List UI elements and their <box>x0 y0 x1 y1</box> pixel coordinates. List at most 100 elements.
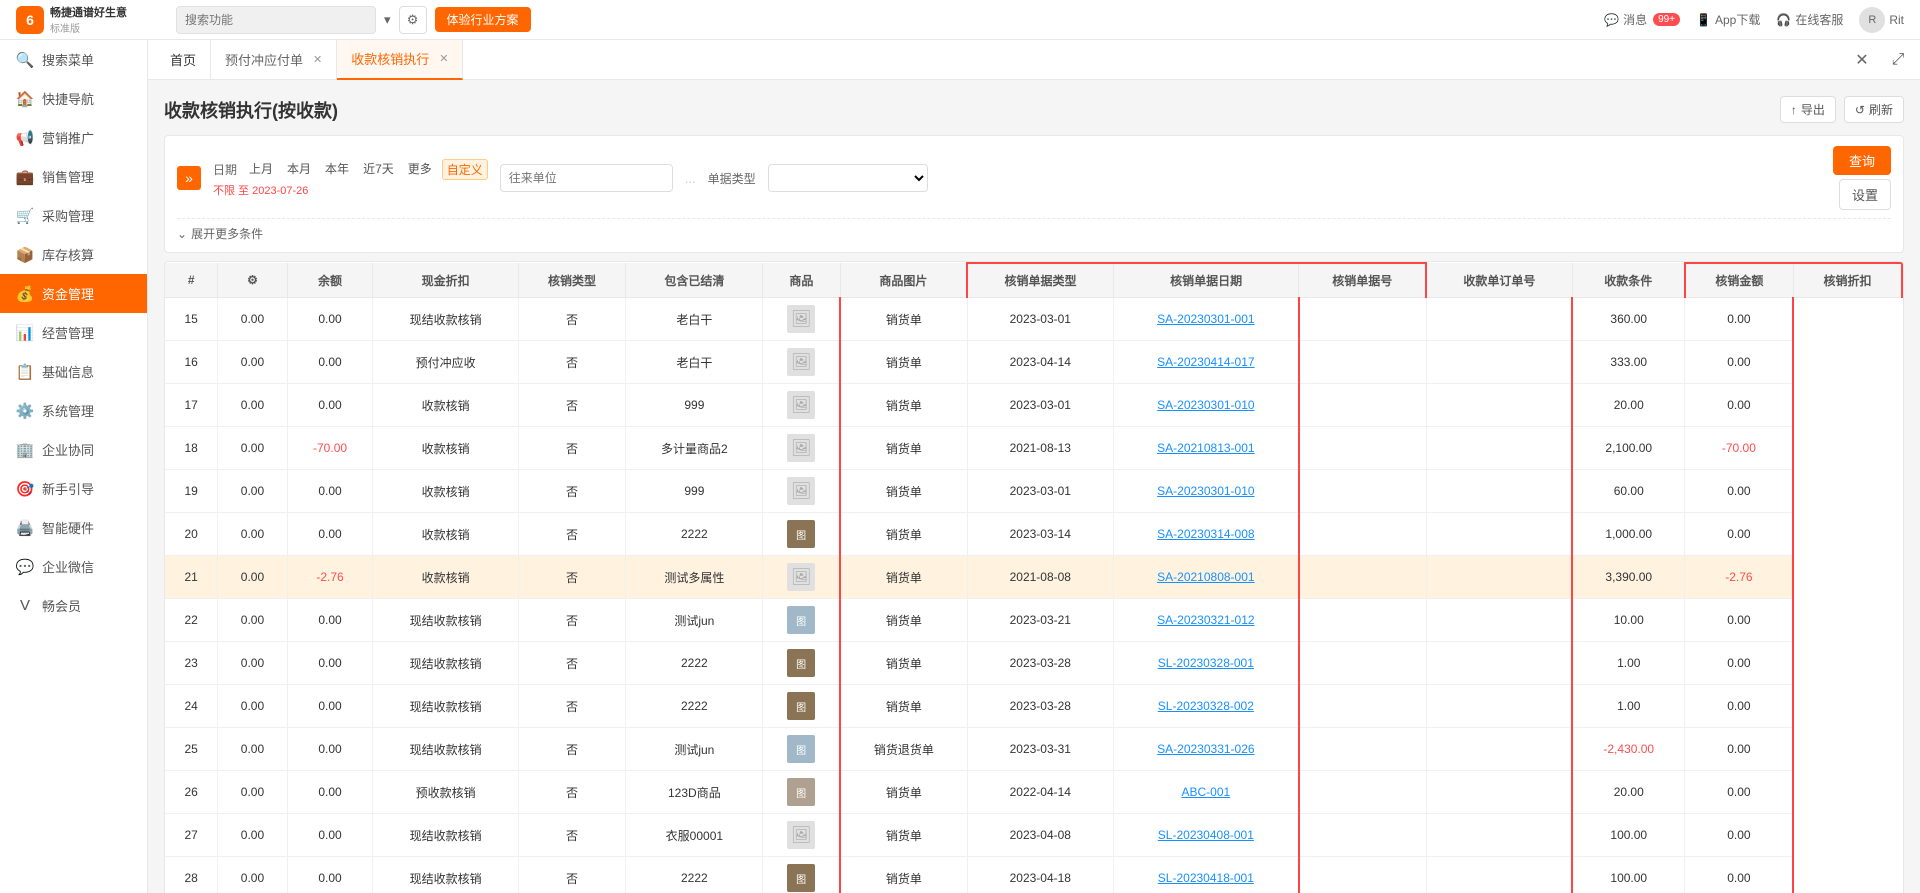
table-row: 240.000.00现结收款核销否2222图销货单2023-03-28SL-20… <box>165 685 1902 728</box>
cell-10 <box>1299 642 1426 685</box>
tab-home[interactable]: 首页 <box>156 40 211 80</box>
cell-5: 123D商品 <box>626 771 763 814</box>
date-link-more[interactable]: 更多 <box>404 159 436 180</box>
dropdown-button[interactable]: ▾ <box>384 12 391 28</box>
cell-9[interactable]: SA-20230301-001 <box>1113 298 1299 341</box>
user-menu[interactable]: R Rit <box>1859 7 1904 33</box>
sidebar-item-marketing[interactable]: 📢营销推广 <box>0 118 147 157</box>
cell-3: 现结收款核销 <box>373 728 518 771</box>
search-input[interactable] <box>176 6 376 34</box>
newbie-icon: 🎯 <box>16 480 34 498</box>
table-row: 230.000.00现结收款核销否2222图销货单2023-03-28SL-20… <box>165 642 1902 685</box>
bill-no-link[interactable]: SA-20230301-010 <box>1157 398 1254 412</box>
bill-no-link[interactable]: SA-20230301-001 <box>1157 312 1254 326</box>
trial-button[interactable]: 体验行业方案 <box>435 7 531 32</box>
date-link-this-month[interactable]: 本月 <box>283 159 315 180</box>
cell-10 <box>1299 685 1426 728</box>
date-link-7days[interactable]: 近7天 <box>359 159 398 180</box>
expand-conditions-button[interactable]: ⌄ 展开更多条件 <box>177 218 1891 242</box>
date-link-this-year[interactable]: 本年 <box>321 159 353 180</box>
tab-close-prepay[interactable]: ✕ <box>313 53 322 66</box>
tab-prepay[interactable]: 预付冲应付单✕ <box>211 40 337 80</box>
cell-9[interactable]: SL-20230328-002 <box>1113 685 1299 728</box>
bill-no-link[interactable]: ABC-001 <box>1182 785 1231 799</box>
bill-no-link[interactable]: SL-20230328-002 <box>1158 699 1254 713</box>
cell-9[interactable]: SA-20230314-008 <box>1113 513 1299 556</box>
bill-type-select[interactable]: 销货单 销货退货单 <box>768 164 928 192</box>
online-service-button[interactable]: 🎧 在线客服 <box>1776 11 1843 28</box>
cell-9[interactable]: SL-20230418-001 <box>1113 857 1299 893</box>
bill-no-link[interactable]: SA-20230314-008 <box>1157 527 1254 541</box>
bill-no-link[interactable]: SA-20230331-026 <box>1157 742 1254 756</box>
sidebar-item-newbie[interactable]: 🎯新手引导 <box>0 469 147 508</box>
sidebar-item-basic-info[interactable]: 📋基础信息 <box>0 352 147 391</box>
cell-9[interactable]: SA-20210808-001 <box>1113 556 1299 599</box>
close-window-icon[interactable]: ✕ <box>1848 46 1876 74</box>
bill-no-link[interactable]: SL-20230408-001 <box>1158 828 1254 842</box>
cell-9[interactable]: SA-20230301-010 <box>1113 384 1299 427</box>
bill-no-link[interactable]: SA-20230414-017 <box>1157 355 1254 369</box>
cell-9[interactable]: SA-20210813-001 <box>1113 427 1299 470</box>
sidebar-item-label: 智能硬件 <box>42 518 94 537</box>
cell-3: 现结收款核销 <box>373 599 518 642</box>
filter-expand-button[interactable]: » <box>177 166 201 190</box>
sidebar-item-member[interactable]: V畅会员 <box>0 586 147 625</box>
cell-2: 0.00 <box>287 857 373 893</box>
tab-label-home: 首页 <box>170 50 196 69</box>
cell-1: 0.00 <box>218 857 287 893</box>
table-body: 150.000.00现结收款核销否老白干🖼销货单2023-03-01SA-202… <box>165 298 1902 893</box>
cell-9[interactable]: SA-20230331-026 <box>1113 728 1299 771</box>
sidebar-item-biz-mgmt[interactable]: 📊经营管理 <box>0 313 147 352</box>
col-header-no: # <box>165 263 218 298</box>
sidebar-item-sys-mgmt[interactable]: ⚙️系统管理 <box>0 391 147 430</box>
tab-close-receipt-cancel[interactable]: ✕ <box>439 52 448 65</box>
col-header-cancel-amount: 核销金额 <box>1685 263 1794 298</box>
cell-9[interactable]: SA-20230414-017 <box>1113 341 1299 384</box>
cell-7: 销货单 <box>840 685 967 728</box>
sidebar-item-purchase-mgmt[interactable]: 🛒采购管理 <box>0 196 147 235</box>
cell-9[interactable]: SA-20230301-010 <box>1113 470 1299 513</box>
sidebar-item-smart-hw[interactable]: 🖨️智能硬件 <box>0 508 147 547</box>
cell-10 <box>1299 728 1426 771</box>
tab-receipt-cancel[interactable]: 收款核销执行✕ <box>337 40 463 80</box>
message-button[interactable]: 💬 消息 99+ <box>1604 11 1680 28</box>
app-download-button[interactable]: 📱 App下载 <box>1696 11 1760 28</box>
date-link-last-month[interactable]: 上月 <box>245 159 277 180</box>
cell-11 <box>1426 814 1572 857</box>
cell-8: 2021-08-08 <box>967 556 1113 599</box>
bill-no-link[interactable]: SL-20230418-001 <box>1158 871 1254 885</box>
sidebar-item-enterprise[interactable]: 🏢企业协同 <box>0 430 147 469</box>
cell-2: 0.00 <box>287 814 373 857</box>
sidebar-item-label: 企业微信 <box>42 557 94 576</box>
sidebar-item-sales-mgmt[interactable]: 💼销售管理 <box>0 157 147 196</box>
cell-9[interactable]: ABC-001 <box>1113 771 1299 814</box>
maximize-icon[interactable]: ⤢ <box>1884 46 1912 74</box>
sidebar-item-search-menu[interactable]: 🔍搜索菜单 <box>0 40 147 79</box>
date-link-custom[interactable]: 自定义 <box>442 159 488 180</box>
cell-9[interactable]: SA-20230321-012 <box>1113 599 1299 642</box>
refresh-button[interactable]: ↺ 刷新 <box>1844 96 1904 123</box>
sidebar-item-label: 库存核算 <box>42 245 94 264</box>
cell-12: -2,430.00 <box>1572 728 1685 771</box>
setting-button[interactable]: 设置 <box>1839 179 1891 210</box>
cell-1: 0.00 <box>218 513 287 556</box>
gear-button[interactable]: ⚙ <box>399 6 427 34</box>
bill-no-link[interactable]: SA-20210808-001 <box>1157 570 1254 584</box>
sidebar-item-wechat[interactable]: 💬企业微信 <box>0 547 147 586</box>
cell-3: 收款核销 <box>373 427 518 470</box>
sys-mgmt-icon: ⚙️ <box>16 402 34 420</box>
export-button[interactable]: ↑ 导出 <box>1780 96 1836 123</box>
bill-no-link[interactable]: SA-20210813-001 <box>1157 441 1254 455</box>
sidebar-item-stock[interactable]: 📦库存核算 <box>0 235 147 274</box>
bill-no-link[interactable]: SA-20230321-012 <box>1157 613 1254 627</box>
sidebar-item-quick-nav[interactable]: 🏠快捷导航 <box>0 79 147 118</box>
cell-9[interactable]: SL-20230408-001 <box>1113 814 1299 857</box>
cell-11 <box>1426 427 1572 470</box>
bill-no-link[interactable]: SL-20230328-001 <box>1158 656 1254 670</box>
sidebar-item-capital-mgmt[interactable]: 💰资金管理 <box>0 274 147 313</box>
bill-no-link[interactable]: SA-20230301-010 <box>1157 484 1254 498</box>
query-button[interactable]: 查询 <box>1833 146 1891 175</box>
cell-9[interactable]: SL-20230328-001 <box>1113 642 1299 685</box>
table-row: 250.000.00现结收款核销否测试jun图销货退货单2023-03-31SA… <box>165 728 1902 771</box>
partner-input[interactable] <box>500 164 673 192</box>
